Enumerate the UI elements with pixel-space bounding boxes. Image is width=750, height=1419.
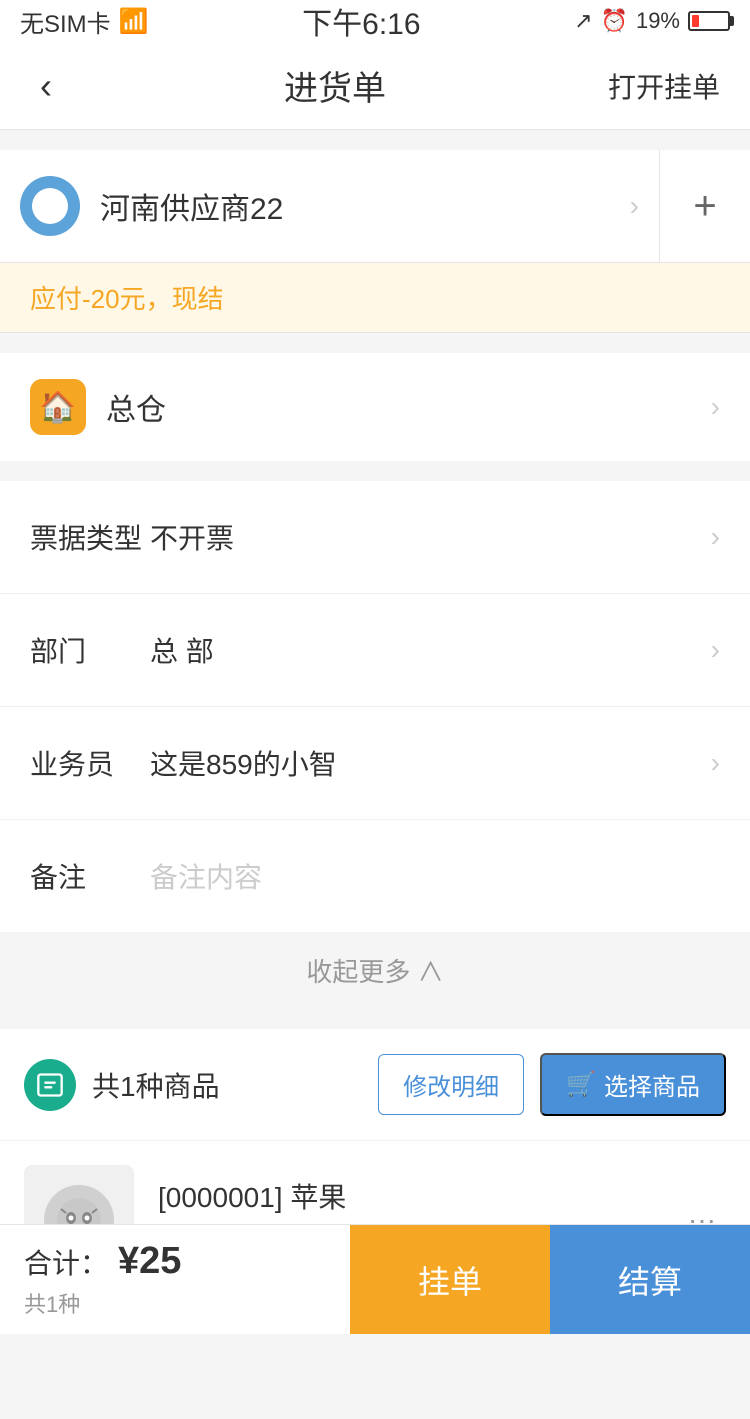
battery-fill xyxy=(692,15,699,27)
department-value: 总 部 xyxy=(150,630,701,670)
department-row[interactable]: 部门 总 部 › xyxy=(0,594,750,707)
select-icon: 🛒 xyxy=(566,1070,596,1099)
select-product-button[interactable]: 🛒 选择商品 xyxy=(540,1053,726,1116)
section-gap-2 xyxy=(0,333,750,353)
bottom-bar: 合计： ¥25 共1种 挂单 结算 xyxy=(0,1224,750,1334)
section-gap-1 xyxy=(0,130,750,150)
checkout-button[interactable]: 结算 xyxy=(550,1225,750,1334)
warehouse-name: 总仓 xyxy=(106,385,701,429)
sales-rep-chevron-icon: › xyxy=(711,747,720,779)
department-label: 部门 xyxy=(30,630,150,670)
ticket-type-value: 不开票 xyxy=(150,517,701,557)
products-count: 共1种商品 xyxy=(92,1065,378,1105)
total-section: 合计： ¥25 共1种 xyxy=(0,1225,350,1334)
ticket-type-row[interactable]: 票据类型 不开票 › xyxy=(0,481,750,594)
page-title: 进货单 xyxy=(284,61,386,110)
product-title: 苹果 xyxy=(290,1182,346,1213)
modify-detail-button[interactable]: 修改明细 xyxy=(378,1054,524,1115)
products-header: 共1种商品 修改明细 🛒 选择商品 xyxy=(0,1029,750,1140)
total-label: 合计： xyxy=(24,1242,108,1282)
nav-bar: ‹ 进货单 打开挂单 xyxy=(0,42,750,130)
battery-icon xyxy=(688,11,730,31)
sales-rep-label: 业务员 xyxy=(30,743,150,783)
alarm-icon: ⏰ xyxy=(601,8,628,34)
add-supplier-button[interactable]: + xyxy=(660,150,750,262)
location-icon: ↗ xyxy=(574,8,592,34)
total-amount: ¥25 xyxy=(118,1240,181,1283)
form-section: 票据类型 不开票 › 部门 总 部 › 业务员 这是859的小智 › 备注 备注… xyxy=(0,481,750,932)
warehouse-icon: 🏠 xyxy=(30,379,86,435)
collapse-bar[interactable]: 收起更多 ∧ xyxy=(0,932,750,1009)
supplier-avatar xyxy=(20,176,80,236)
remark-input[interactable]: 备注内容 xyxy=(150,856,720,896)
status-bar-time: 下午6:16 xyxy=(302,0,420,43)
battery-percent: 19% xyxy=(636,8,680,34)
status-bar-left: 无SIM卡 📶 xyxy=(20,4,149,39)
status-bar-right: ↗ ⏰ 19% xyxy=(574,8,730,34)
total-currency: ¥ xyxy=(118,1240,139,1282)
total-main: 合计： ¥25 xyxy=(24,1240,326,1283)
back-button[interactable]: ‹ xyxy=(30,55,62,117)
open-pending-button[interactable]: 打开挂单 xyxy=(608,66,720,106)
total-value: 25 xyxy=(139,1240,181,1282)
products-icon xyxy=(24,1059,76,1111)
hang-button[interactable]: 挂单 xyxy=(350,1225,550,1334)
chevron-right-icon: › xyxy=(630,190,639,222)
avatar-inner xyxy=(32,188,68,224)
ticket-type-chevron-icon: › xyxy=(711,521,720,553)
remark-row[interactable]: 备注 备注内容 xyxy=(0,820,750,932)
sales-rep-value: 这是859的小智 xyxy=(150,743,701,783)
department-chevron-icon: › xyxy=(711,634,720,666)
warehouse-chevron-icon: › xyxy=(711,391,720,423)
status-bar: 无SIM卡 📶 下午6:16 ↗ ⏰ 19% xyxy=(0,0,750,42)
product-name: [0000001] 苹果 xyxy=(158,1176,678,1216)
supplier-selector[interactable]: 河南供应商22 › xyxy=(0,150,660,262)
product-code: [0000001] xyxy=(158,1182,283,1213)
notice-bar: 应付-20元，现结 xyxy=(0,263,750,333)
total-sub: 共1种 xyxy=(24,1287,326,1319)
supplier-section: 河南供应商22 › + xyxy=(0,150,750,263)
wifi-icon: 📶 xyxy=(119,7,149,36)
carrier-label: 无SIM卡 xyxy=(20,4,111,39)
sales-rep-row[interactable]: 业务员 这是859的小智 › xyxy=(0,707,750,820)
section-gap-3 xyxy=(0,461,750,481)
remark-label: 备注 xyxy=(30,856,150,896)
supplier-name: 河南供应商22 xyxy=(100,184,620,228)
ticket-type-label: 票据类型 xyxy=(30,517,150,557)
select-label: 选择商品 xyxy=(604,1067,700,1102)
warehouse-section[interactable]: 🏠 总仓 › xyxy=(0,353,750,461)
